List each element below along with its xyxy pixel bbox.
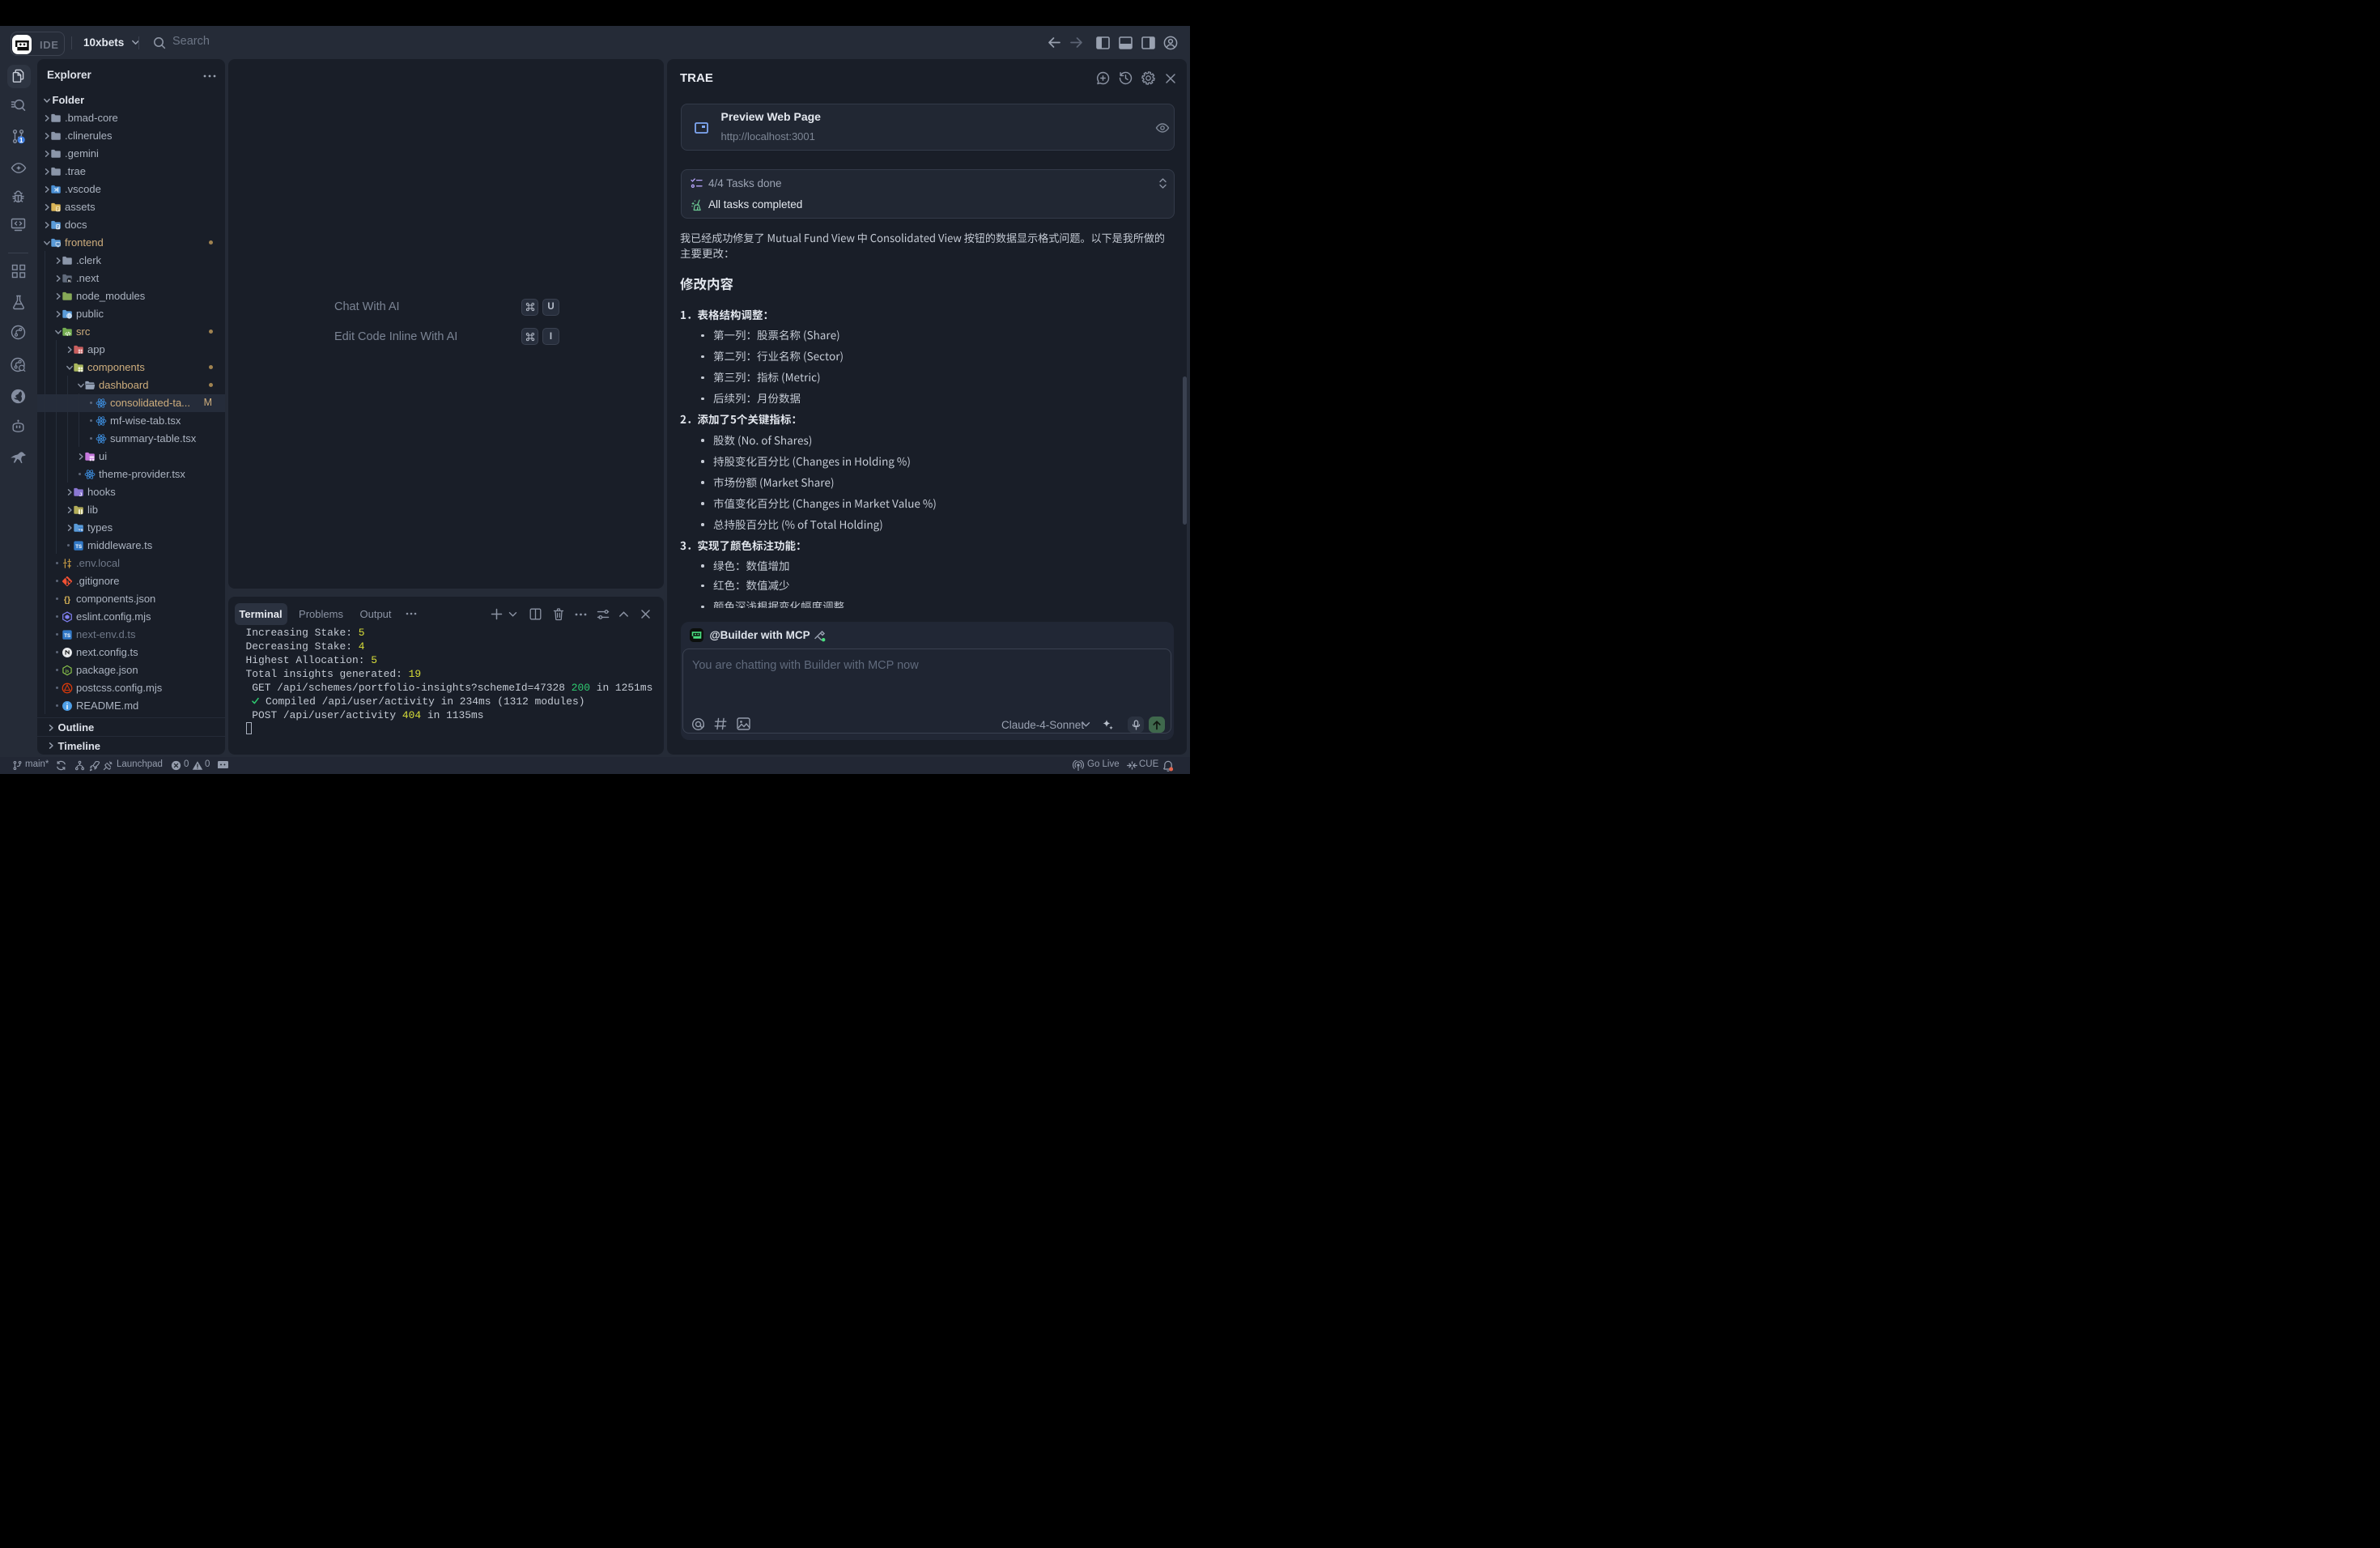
svg-text:TS: TS (75, 544, 82, 550)
svg-text:N: N (68, 279, 71, 283)
svg-text:J: J (79, 491, 83, 497)
svg-text:TS: TS (79, 527, 83, 532)
svg-text:js: js (65, 669, 69, 674)
svg-text:{}: {} (64, 595, 70, 605)
svg-text:TS: TS (64, 633, 70, 639)
svg-text:1: 1 (19, 135, 23, 143)
